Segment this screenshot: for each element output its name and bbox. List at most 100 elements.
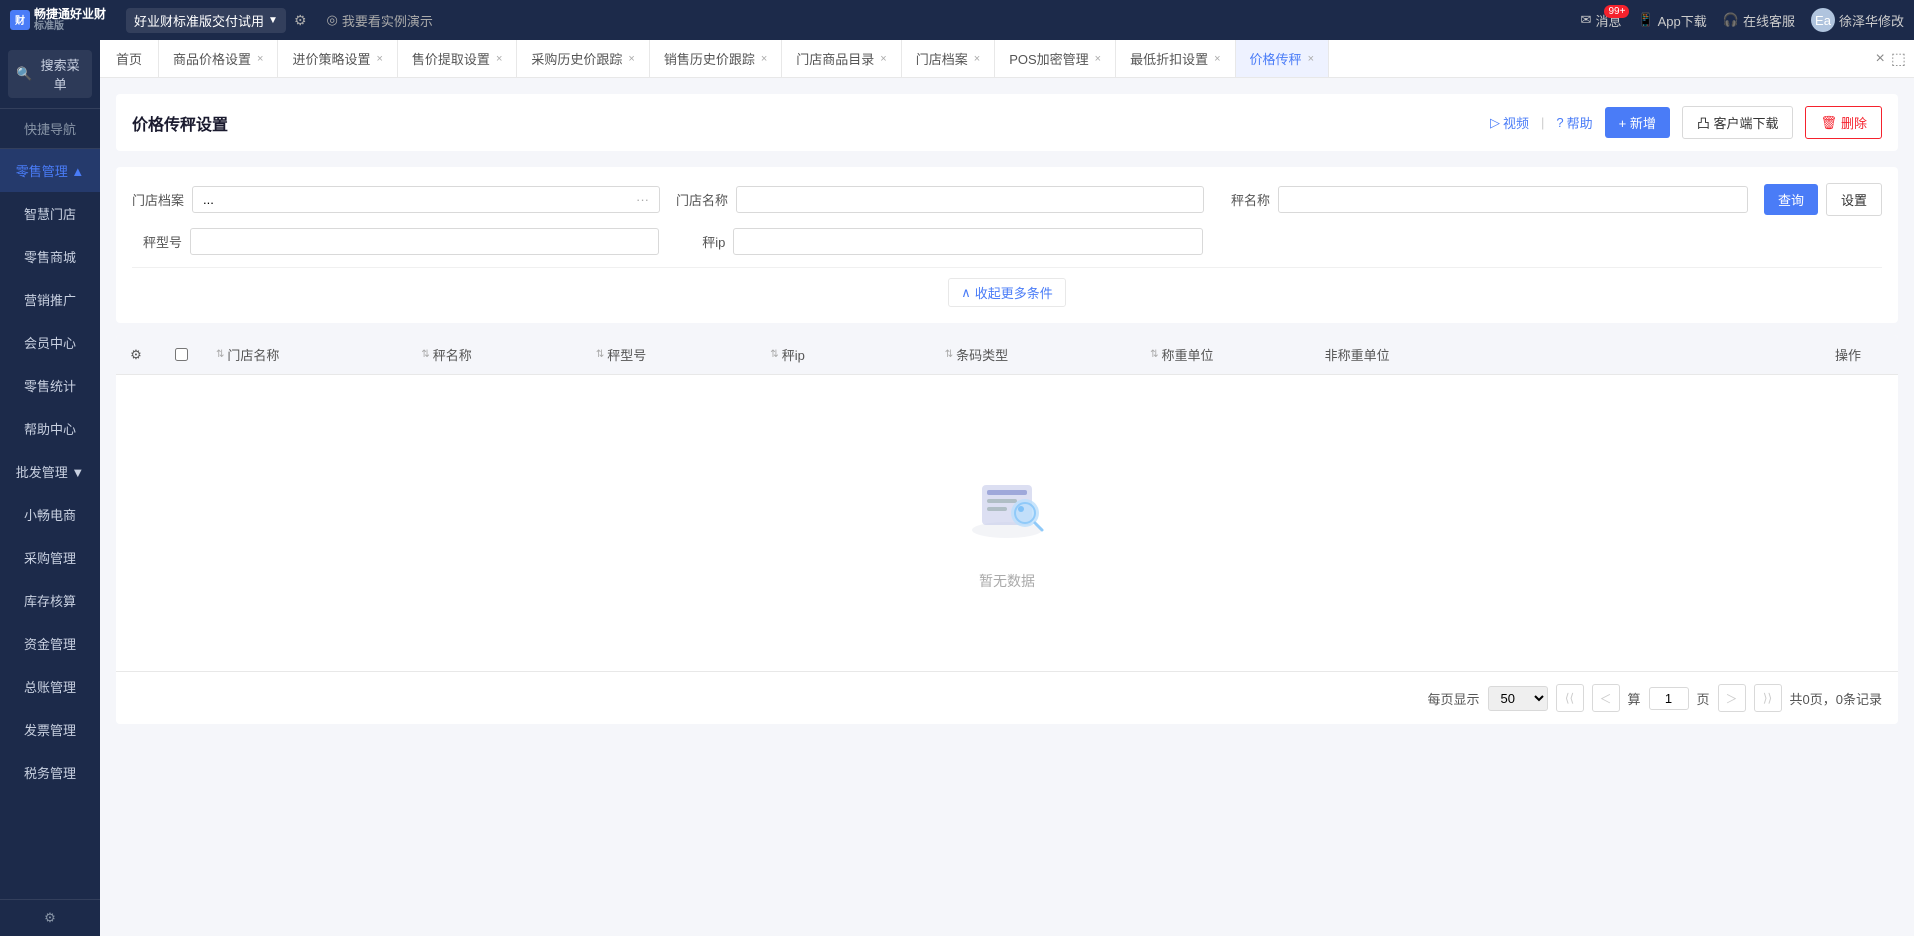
th-scale-name: ⇅ 秤名称 bbox=[411, 345, 585, 364]
scale-name-label: 秤名称 bbox=[1220, 190, 1270, 209]
per-page-label: 每页显示 bbox=[1427, 689, 1479, 708]
sidebar-settings-btn[interactable]: ⚙ bbox=[0, 899, 100, 936]
chevron-down-icon: ▼ bbox=[268, 15, 278, 26]
demo-label: 我要看实例演示 bbox=[342, 11, 433, 30]
scale-model-label: 秤型号 bbox=[132, 232, 182, 251]
sidebar-item-tax-management[interactable]: 税务管理 bbox=[0, 751, 100, 794]
tab-purchase-history[interactable]: 采购历史价跟踪 × bbox=[517, 40, 649, 78]
sidebar-item-member-center[interactable]: 会员中心 bbox=[0, 321, 100, 364]
tab-store-product-catalog[interactable]: 门店商品目录 × bbox=[782, 40, 901, 78]
separator: | bbox=[1541, 115, 1544, 130]
sort-icon-5[interactable]: ⇅ bbox=[945, 349, 953, 360]
scale-name-input[interactable] bbox=[1278, 186, 1748, 213]
th-store-name: ⇅ 门店名称 bbox=[206, 345, 411, 364]
tab-purchase-history-close[interactable]: × bbox=[628, 53, 634, 65]
collapse-btn[interactable]: ∧ 收起更多条件 bbox=[948, 278, 1066, 307]
mobile-icon: 📱 bbox=[1637, 12, 1653, 28]
user-profile-btn[interactable]: Ea 徐泽华修改 bbox=[1811, 8, 1904, 32]
sidebar-item-xiao-chang-ecom[interactable]: 小畅电商 bbox=[0, 493, 100, 536]
sidebar-item-retail-mall[interactable]: 零售商城 bbox=[0, 235, 100, 278]
sort-icon-2[interactable]: ⇅ bbox=[421, 349, 429, 360]
sidebar-item-label: 帮助中心 bbox=[24, 419, 76, 438]
tab-min-discount[interactable]: 最低折扣设置 × bbox=[1116, 40, 1235, 78]
sidebar-item-wholesale-management[interactable]: 批发管理 ▼ bbox=[0, 450, 100, 493]
sort-icon-3[interactable]: ⇅ bbox=[596, 349, 604, 360]
sort-icon-4[interactable]: ⇅ bbox=[770, 349, 778, 360]
per-page-select[interactable]: 50 10 20 100 bbox=[1488, 686, 1548, 711]
top-bar-right: ✉ 消息 99+ 📱 App下载 🎧 在线客服 Ea 徐泽华修改 bbox=[1581, 8, 1904, 32]
sidebar-item-fund-management[interactable]: 资金管理 bbox=[0, 622, 100, 665]
tab-purchase-strategy[interactable]: 进价策略设置 × bbox=[278, 40, 397, 78]
search-menu-btn[interactable]: 🔍 搜索菜单 bbox=[8, 50, 92, 98]
select-all-checkbox[interactable] bbox=[175, 348, 188, 361]
store-name-input[interactable] bbox=[736, 186, 1204, 213]
delete-btn[interactable]: 🗑 删除 bbox=[1805, 106, 1882, 139]
tab-store-archive[interactable]: 门店档案 × bbox=[902, 40, 995, 78]
tab-sale-extract[interactable]: 售价提取设置 × bbox=[398, 40, 517, 78]
sidebar-item-general-ledger[interactable]: 总账管理 bbox=[0, 665, 100, 708]
tab-product-pricing-close[interactable]: × bbox=[257, 53, 263, 65]
th-setting[interactable]: ⚙ bbox=[116, 347, 156, 363]
prev-page-btn[interactable]: ＜ bbox=[1592, 684, 1620, 712]
settings-icon[interactable]: ⚙ bbox=[294, 12, 307, 29]
tab-store-archive-close[interactable]: × bbox=[974, 53, 980, 65]
add-btn[interactable]: + 新增 bbox=[1605, 107, 1670, 138]
tab-sale-extract-close[interactable]: × bbox=[496, 53, 502, 65]
version-selector[interactable]: 好业财标准版交付试用 ▼ bbox=[126, 8, 286, 33]
next-page-btn[interactable]: ＞ bbox=[1718, 684, 1746, 712]
page-input[interactable] bbox=[1649, 687, 1689, 710]
sidebar-item-marketing[interactable]: 营销推广 bbox=[0, 278, 100, 321]
tab-pos-management[interactable]: POS加密管理 × bbox=[995, 40, 1116, 78]
last-page-btn[interactable]: ⟩⟩ bbox=[1754, 684, 1782, 712]
tab-sales-history[interactable]: 销售历史价跟踪 × bbox=[650, 40, 782, 78]
setup-btn[interactable]: 设置 bbox=[1826, 183, 1882, 216]
first-page-btn[interactable]: ⟨⟨ bbox=[1556, 684, 1584, 712]
tab-store-product-catalog-close[interactable]: × bbox=[880, 53, 886, 65]
search-icon: 🔍 bbox=[16, 66, 32, 82]
sort-icon[interactable]: ⇅ bbox=[216, 349, 224, 360]
tab-purchase-strategy-label: 进价策略设置 bbox=[292, 49, 370, 68]
online-service-label: 在线客服 bbox=[1743, 11, 1795, 30]
store-archive-label: 门店档案 bbox=[132, 190, 184, 209]
store-archive-input[interactable]: ... ··· bbox=[192, 186, 660, 213]
app-download-label: App下载 bbox=[1658, 11, 1707, 30]
sidebar-item-smart-store[interactable]: 智慧门店 bbox=[0, 192, 100, 235]
download-btn[interactable]: 凸 客户端下载 bbox=[1682, 106, 1794, 139]
quick-nav-btn[interactable]: 快捷导航 bbox=[0, 109, 100, 149]
sidebar-item-label: 零售商城 bbox=[24, 247, 76, 266]
main-layout: 🔍 搜索菜单 快捷导航 零售管理 ▲ 智慧门店 零售商城 营销推广 会员中心 零… bbox=[0, 40, 1914, 936]
app-download-btn[interactable]: 📱 App下载 bbox=[1637, 11, 1706, 30]
tab-home-label: 首页 bbox=[116, 49, 142, 68]
sidebar-item-invoice-management[interactable]: 发票管理 bbox=[0, 708, 100, 751]
sort-icon-6[interactable]: ⇅ bbox=[1150, 349, 1158, 360]
tab-restore-btn[interactable]: ⬚ bbox=[1891, 49, 1906, 69]
tab-price-scale[interactable]: 价格传秤 × bbox=[1236, 40, 1329, 78]
query-btn[interactable]: 查询 bbox=[1764, 184, 1818, 215]
video-link[interactable]: ▷ 视频 bbox=[1490, 113, 1529, 132]
scale-model-input[interactable] bbox=[190, 228, 659, 255]
sidebar-item-retail-stats[interactable]: 零售统计 bbox=[0, 364, 100, 407]
sidebar-item-purchase-management[interactable]: 采购管理 bbox=[0, 536, 100, 579]
tab-price-scale-close[interactable]: × bbox=[1308, 53, 1314, 65]
logo: 财 畅捷通好业财 标准版 bbox=[10, 7, 106, 33]
help-link[interactable]: ? 帮助 bbox=[1556, 113, 1592, 132]
sidebar-item-inventory-settlement[interactable]: 库存核算 bbox=[0, 579, 100, 622]
tab-product-pricing[interactable]: 商品价格设置 × bbox=[159, 40, 278, 78]
tab-purchase-strategy-close[interactable]: × bbox=[376, 53, 382, 65]
tab-pos-management-close[interactable]: × bbox=[1095, 53, 1101, 65]
tab-pos-management-label: POS加密管理 bbox=[1009, 49, 1088, 68]
th-checkbox[interactable] bbox=[156, 348, 206, 361]
scale-ip-input[interactable] bbox=[733, 228, 1202, 255]
tab-sales-history-close[interactable]: × bbox=[761, 53, 767, 65]
sidebar-item-retail-management[interactable]: 零售管理 ▲ bbox=[0, 149, 100, 192]
message-btn[interactable]: ✉ 消息 99+ bbox=[1581, 11, 1622, 30]
user-abbr: Ea bbox=[1815, 13, 1831, 28]
video-label: 视频 bbox=[1503, 113, 1529, 132]
demo-link[interactable]: ◎ 我要看实例演示 bbox=[327, 11, 433, 30]
tab-min-discount-close[interactable]: × bbox=[1214, 53, 1220, 65]
sidebar-item-help-center[interactable]: 帮助中心 bbox=[0, 407, 100, 450]
tab-close-btn[interactable]: × bbox=[1876, 50, 1885, 68]
th-scale-ip: ⇅ 秤ip bbox=[760, 345, 934, 364]
online-service-btn[interactable]: 🎧 在线客服 bbox=[1723, 11, 1795, 30]
tab-home[interactable]: 首页 bbox=[100, 40, 159, 78]
